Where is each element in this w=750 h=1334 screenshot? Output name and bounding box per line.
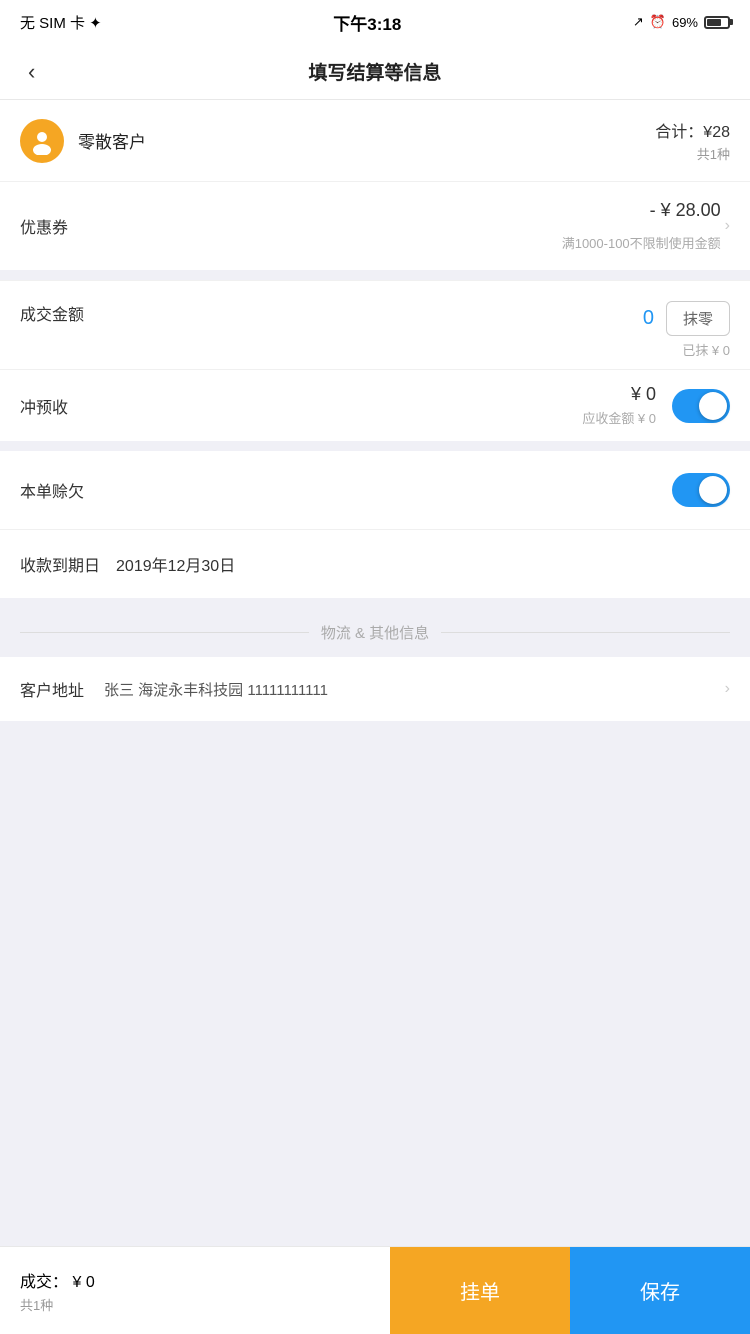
debt-card: 本单赊欠 收款到期日 2019年12月30日	[0, 451, 750, 598]
address-label: 客户地址	[20, 677, 84, 701]
prepay-toggle-knob	[699, 392, 727, 420]
address-chevron-icon: ›	[725, 680, 730, 698]
debt-toggle[interactable]	[672, 473, 730, 507]
address-card: 客户地址 张三 海淀永丰科技园 11111111111 ›	[0, 657, 750, 721]
due-date-label: 收款到期日	[20, 552, 100, 576]
debt-toggle-knob	[699, 476, 727, 504]
round-down-button[interactable]: 抹零	[666, 301, 730, 336]
battery-icon	[704, 16, 730, 29]
nav-bar: ‹ 填写结算等信息	[0, 44, 750, 100]
deal-row: 成交金额 0 抹零 已抹 ¥ 0	[0, 280, 750, 369]
coupon-desc: 满1000-100不限制使用金额	[562, 233, 721, 252]
content-area: 零散客户 合计：¥28 共1种 优惠券 - ¥ 28.00 满1000-100不…	[0, 100, 750, 821]
footer-info: 成交： ¥ 0 共1种	[0, 1268, 390, 1314]
coupon-label: 优惠券	[20, 214, 68, 238]
back-button[interactable]: ‹	[20, 51, 43, 93]
footer: 成交： ¥ 0 共1种 挂单 保存	[0, 1246, 750, 1334]
save-button[interactable]: 保存	[570, 1247, 750, 1334]
deal-card: 成交金额 0 抹零 已抹 ¥ 0 冲预收 ¥ 0 应收金额 ¥ 0	[0, 280, 750, 441]
logistics-label: 物流 & 其他信息	[321, 622, 429, 643]
deal-value[interactable]: 0	[614, 307, 654, 330]
status-bar: 无 SIM 卡 ✦ 下午3:18 ↗ ⏰ 69%	[0, 0, 750, 44]
customer-card: 零散客户 合计：¥28 共1种 优惠券 - ¥ 28.00 满1000-100不…	[0, 100, 750, 270]
prepay-toggle[interactable]	[672, 389, 730, 423]
address-row[interactable]: 客户地址 张三 海淀永丰科技园 11111111111 ›	[0, 657, 750, 721]
status-left: 无 SIM 卡 ✦	[20, 12, 102, 33]
deal-sub-label: 已抹 ¥ 0	[682, 340, 730, 359]
total-amount: 合计：¥28	[655, 118, 730, 142]
battery-percent: 69%	[672, 15, 698, 30]
no-sim-label: 无 SIM 卡 ✦	[20, 12, 102, 33]
prepay-row: 冲预收 ¥ 0 应收金额 ¥ 0	[0, 369, 750, 441]
footer-deal-amount: ¥ 0	[72, 1274, 94, 1291]
footer-deal-label: 成交：	[20, 1274, 68, 1291]
due-date-value: 2019年12月30日	[116, 552, 235, 576]
alarm-icon: ⏰	[650, 14, 666, 30]
hang-button[interactable]: 挂单	[390, 1247, 570, 1334]
prepay-amount: ¥ 0	[582, 384, 656, 405]
coupon-right: - ¥ 28.00 满1000-100不限制使用金额	[68, 200, 721, 252]
customer-info-left: 零散客户	[20, 119, 146, 163]
prepay-label: 冲预收	[20, 394, 68, 418]
customer-row[interactable]: 零散客户 合计：¥28 共1种	[0, 100, 750, 181]
customer-name: 零散客户	[78, 128, 146, 153]
nav-title: 填写结算等信息	[308, 58, 441, 85]
prepay-sub: 应收金额 ¥ 0	[582, 408, 656, 427]
location-icon: ↗	[633, 14, 644, 30]
debt-row: 本单赊欠	[0, 451, 750, 529]
logistics-header: 物流 & 其他信息	[0, 608, 750, 657]
coupon-amount: - ¥ 28.00	[650, 200, 721, 221]
coupon-row[interactable]: 优惠券 - ¥ 28.00 满1000-100不限制使用金额 ›	[0, 181, 750, 270]
deal-label: 成交金额	[20, 301, 84, 325]
total-count: 共1种	[655, 144, 730, 163]
footer-count: 共1种	[20, 1295, 370, 1314]
status-right: ↗ ⏰ 69%	[633, 14, 730, 30]
debt-label: 本单赊欠	[20, 478, 84, 502]
coupon-chevron-icon: ›	[725, 217, 730, 235]
avatar	[20, 119, 64, 163]
address-value: 张三 海淀永丰科技园 11111111111	[104, 679, 725, 700]
footer-deal-line: 成交： ¥ 0	[20, 1268, 370, 1292]
customer-summary: 合计：¥28 共1种	[655, 118, 730, 163]
due-date-row: 收款到期日 2019年12月30日	[0, 529, 750, 598]
status-time: 下午3:18	[333, 10, 401, 35]
